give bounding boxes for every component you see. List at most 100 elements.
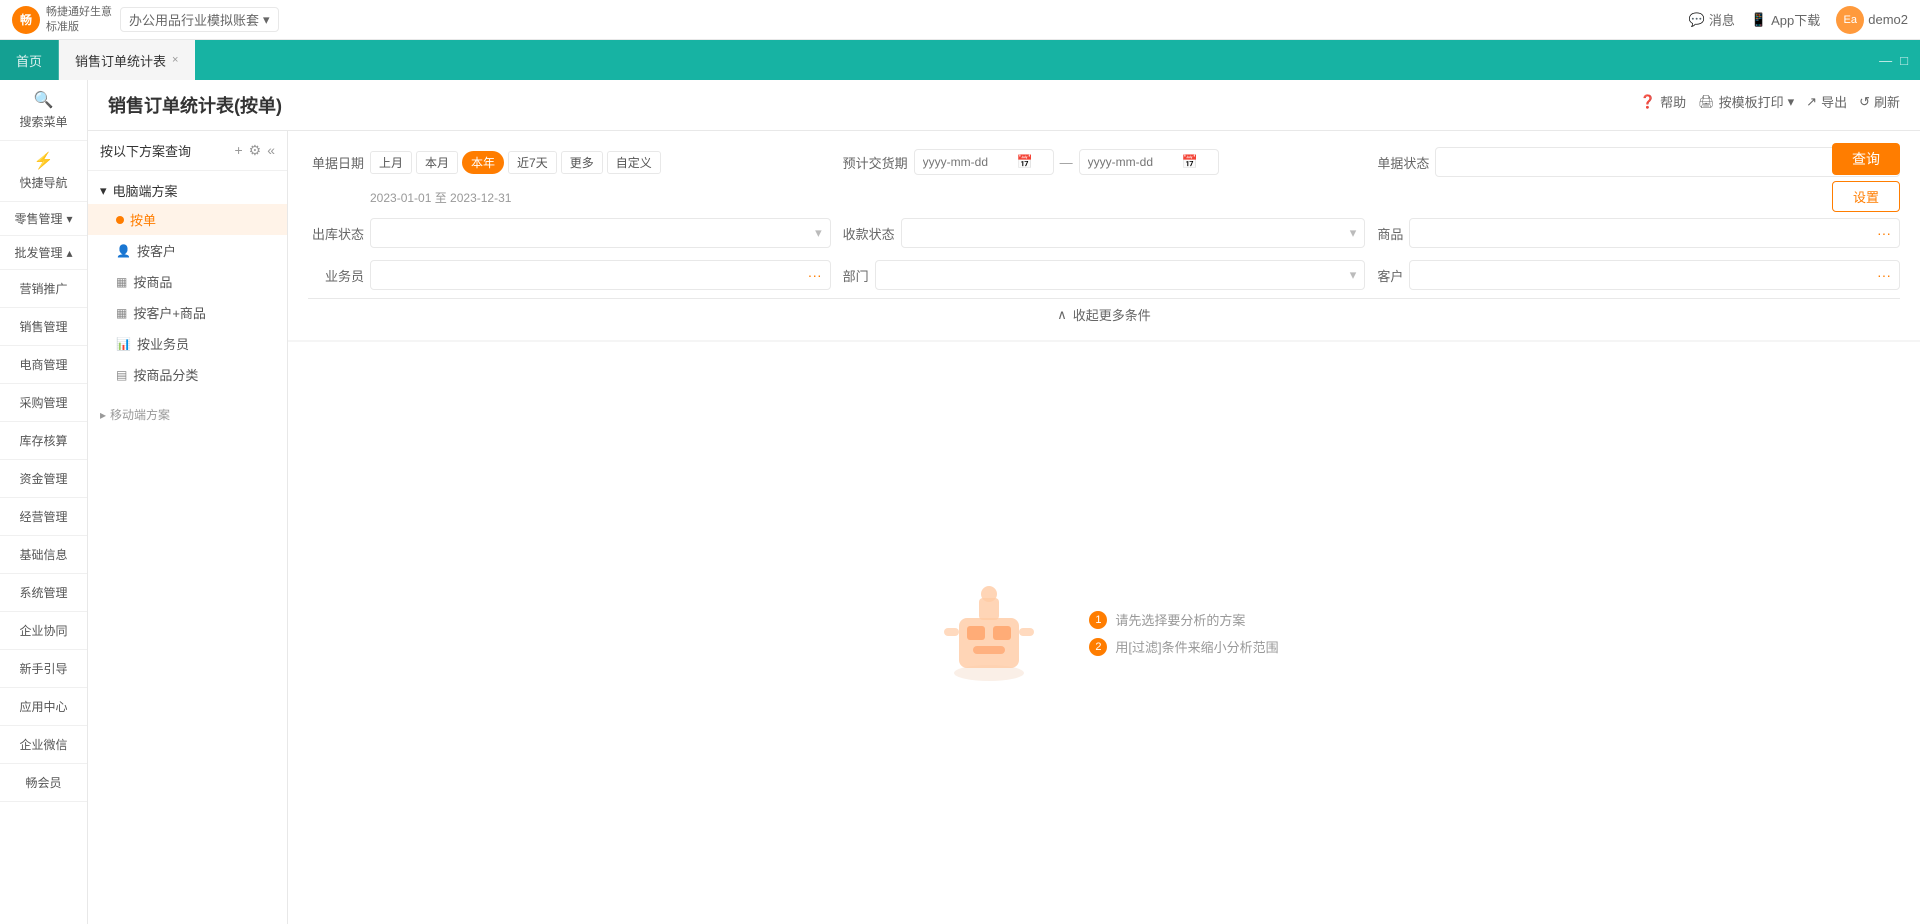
department-select[interactable]: ▾ [875, 260, 1366, 290]
settings-button[interactable]: 设置 [1832, 181, 1900, 212]
date-btn-this-year[interactable]: 本年 [462, 151, 504, 174]
goods-dots[interactable]: ··· [1877, 225, 1891, 241]
sidebar-item-operation[interactable]: 经营管理 [0, 498, 87, 536]
sidebar-item-basic[interactable]: 基础信息 [0, 536, 87, 574]
add-scheme-icon[interactable]: + [234, 142, 242, 159]
scheme-panel-title: 按以下方案查询 [100, 141, 191, 160]
sidebar-item-newbie[interactable]: 新手引导 [0, 650, 87, 688]
print-button[interactable]: 🖨 按模板打印 ▾ [1698, 92, 1794, 111]
app-download-button[interactable]: 📱 App下载 [1751, 10, 1820, 29]
sidebar-item-marketing[interactable]: 营销推广 [0, 270, 87, 308]
sidebar-item-system[interactable]: 系统管理 [0, 574, 87, 612]
scheme-item-by-customer[interactable]: 👤 按客户 [88, 235, 287, 266]
refresh-button[interactable]: ↺ 刷新 [1859, 92, 1900, 111]
export-button[interactable]: ↗ 导出 [1806, 92, 1847, 111]
empty-hints: 1 请先选择要分析的方案 2 用[过滤]条件来缩小分析范围 [1089, 610, 1278, 656]
sidebar-item-finance[interactable]: 资金管理 [0, 460, 87, 498]
date-range-separator: — [1060, 155, 1073, 170]
scheme-group-mobile-title[interactable]: ▸ 移动端方案 [88, 402, 287, 427]
filter-cell-customer: 客户 ··· [1377, 260, 1900, 290]
delivery-status-select[interactable]: ▾ [370, 218, 831, 248]
settings-scheme-icon[interactable]: ⚙ [249, 142, 262, 159]
quick-nav-icon: ⚡ [34, 151, 54, 171]
hint-num-2: 2 [1089, 638, 1107, 656]
sidebar-label-app-center: 应用中心 [19, 698, 67, 715]
payment-status-select[interactable]: ▾ [901, 218, 1366, 248]
help-icon: ❓ [1640, 94, 1656, 110]
scheme-item-by-salesperson[interactable]: 📊 按业务员 [88, 328, 287, 359]
sidebar-label-finance: 资金管理 [19, 470, 67, 487]
message-label: 消息 [1709, 10, 1735, 29]
date-btn-last-month[interactable]: 上月 [370, 151, 412, 174]
sidebar-item-purchase[interactable]: 采购管理 [0, 384, 87, 422]
sidebar-item-quick-nav[interactable]: ⚡ 快捷导航 [0, 141, 87, 202]
date-label: 单据日期 [308, 153, 364, 172]
hint-text-1: 请先选择要分析的方案 [1115, 610, 1245, 629]
minimize-icon[interactable]: — [1879, 53, 1892, 68]
sidebar-item-enterprise[interactable]: 企业协同 [0, 612, 87, 650]
collapse-filters-button[interactable]: ∧ 收起更多条件 [308, 298, 1900, 330]
scheme-item-by-category[interactable]: ▤ 按商品分类 [88, 359, 287, 390]
logo-icon: 畅 [12, 6, 40, 34]
sidebar-item-retail[interactable]: 零售管理 ▾ [0, 202, 87, 236]
expand-mobile-icon: ▸ [100, 408, 106, 422]
customer-dots[interactable]: ··· [1877, 267, 1891, 283]
salesperson-dots[interactable]: ··· [808, 267, 822, 283]
print-arrow-icon: ▾ [1788, 94, 1795, 110]
goods-filter-label: 商品 [1377, 224, 1403, 243]
goods-select[interactable]: ··· [1409, 218, 1900, 248]
date-btn-this-month[interactable]: 本月 [416, 151, 458, 174]
delivery-arrow: ▾ [815, 225, 822, 241]
filter-cell-goods: 商品 ··· [1377, 218, 1900, 248]
order-status-label: 单据状态 [1377, 153, 1429, 172]
expand-icon: ▾ [100, 183, 107, 199]
empty-hint-1: 1 请先选择要分析的方案 [1089, 610, 1278, 629]
main-layout: 🔍 搜索菜单 ⚡ 快捷导航 零售管理 ▾ 批发管理 ▴ 营销推广 销售管理 电商… [0, 80, 1920, 924]
tab-home[interactable]: 首页 [0, 40, 59, 80]
sidebar-label-basic: 基础信息 [19, 546, 67, 563]
app-selector[interactable]: 办公用品行业模拟账套 ▾ [120, 7, 279, 32]
sidebar-item-inventory[interactable]: 库存核算 [0, 422, 87, 460]
date-btn-more[interactable]: 更多 [561, 151, 603, 174]
expected-date-from-input[interactable]: 📅 [914, 149, 1054, 175]
sidebar-item-wholesale[interactable]: 批发管理 ▴ [0, 236, 87, 270]
tab-close-icon[interactable]: × [172, 54, 178, 66]
customer-select[interactable]: ··· [1409, 260, 1900, 290]
sidebar-item-app-center[interactable]: 应用中心 [0, 688, 87, 726]
filter-cell-date: 单据日期 上月 本月 本年 近7天 更多 自定义 [308, 151, 831, 174]
payment-arrow: ▾ [1350, 225, 1357, 241]
expected-date-from-field[interactable] [923, 155, 1013, 169]
collapse-scheme-icon[interactable]: « [267, 142, 275, 159]
user-menu[interactable]: Ea demo2 [1836, 6, 1908, 34]
scheme-item-label-by-cust-goods: 按客户+商品 [133, 303, 206, 322]
sidebar-label-member: 畅会员 [25, 774, 61, 791]
tab-stats[interactable]: 销售订单统计表 × [59, 40, 195, 80]
payment-status-label: 收款状态 [843, 224, 895, 243]
expected-date-to-input[interactable]: 📅 [1079, 149, 1219, 175]
scheme-item-by-cust-goods[interactable]: ▦ 按客户+商品 [88, 297, 287, 328]
sidebar-item-wechat[interactable]: 企业微信 [0, 726, 87, 764]
empty-svg [929, 578, 1049, 688]
scheme-item-by-goods[interactable]: ▦ 按商品 [88, 266, 287, 297]
sidebar-item-search[interactable]: 🔍 搜索菜单 [0, 80, 87, 141]
user-name: demo2 [1868, 12, 1908, 27]
expected-date-to-field[interactable] [1088, 155, 1178, 169]
salesperson-select[interactable]: ··· [370, 260, 831, 290]
help-button[interactable]: ❓ 帮助 [1640, 92, 1686, 111]
app-download-label: App下载 [1771, 10, 1820, 29]
order-status-select[interactable]: ▾ [1435, 147, 1900, 177]
maximize-icon[interactable]: □ [1900, 53, 1908, 68]
sidebar-item-sales[interactable]: 销售管理 [0, 308, 87, 346]
date-btn-last-7days[interactable]: 近7天 [508, 151, 557, 174]
sidebar-item-member[interactable]: 畅会员 [0, 764, 87, 802]
help-label: 帮助 [1660, 92, 1686, 111]
nav-tabs: 首页 销售订单统计表 × — □ [0, 40, 1920, 80]
sidebar-item-ecom[interactable]: 电商管理 [0, 346, 87, 384]
scheme-item-by-order[interactable]: 按单 [88, 204, 287, 235]
message-button[interactable]: 💬 消息 [1689, 10, 1735, 29]
scheme-group-desktop-title[interactable]: ▾ 电脑端方案 [88, 177, 287, 204]
query-button[interactable]: 查询 [1832, 143, 1900, 175]
date-btn-custom[interactable]: 自定义 [607, 151, 661, 174]
hint-text-2: 用[过滤]条件来缩小分析范围 [1115, 637, 1278, 656]
scheme-group-mobile: ▸ 移动端方案 [88, 396, 287, 433]
